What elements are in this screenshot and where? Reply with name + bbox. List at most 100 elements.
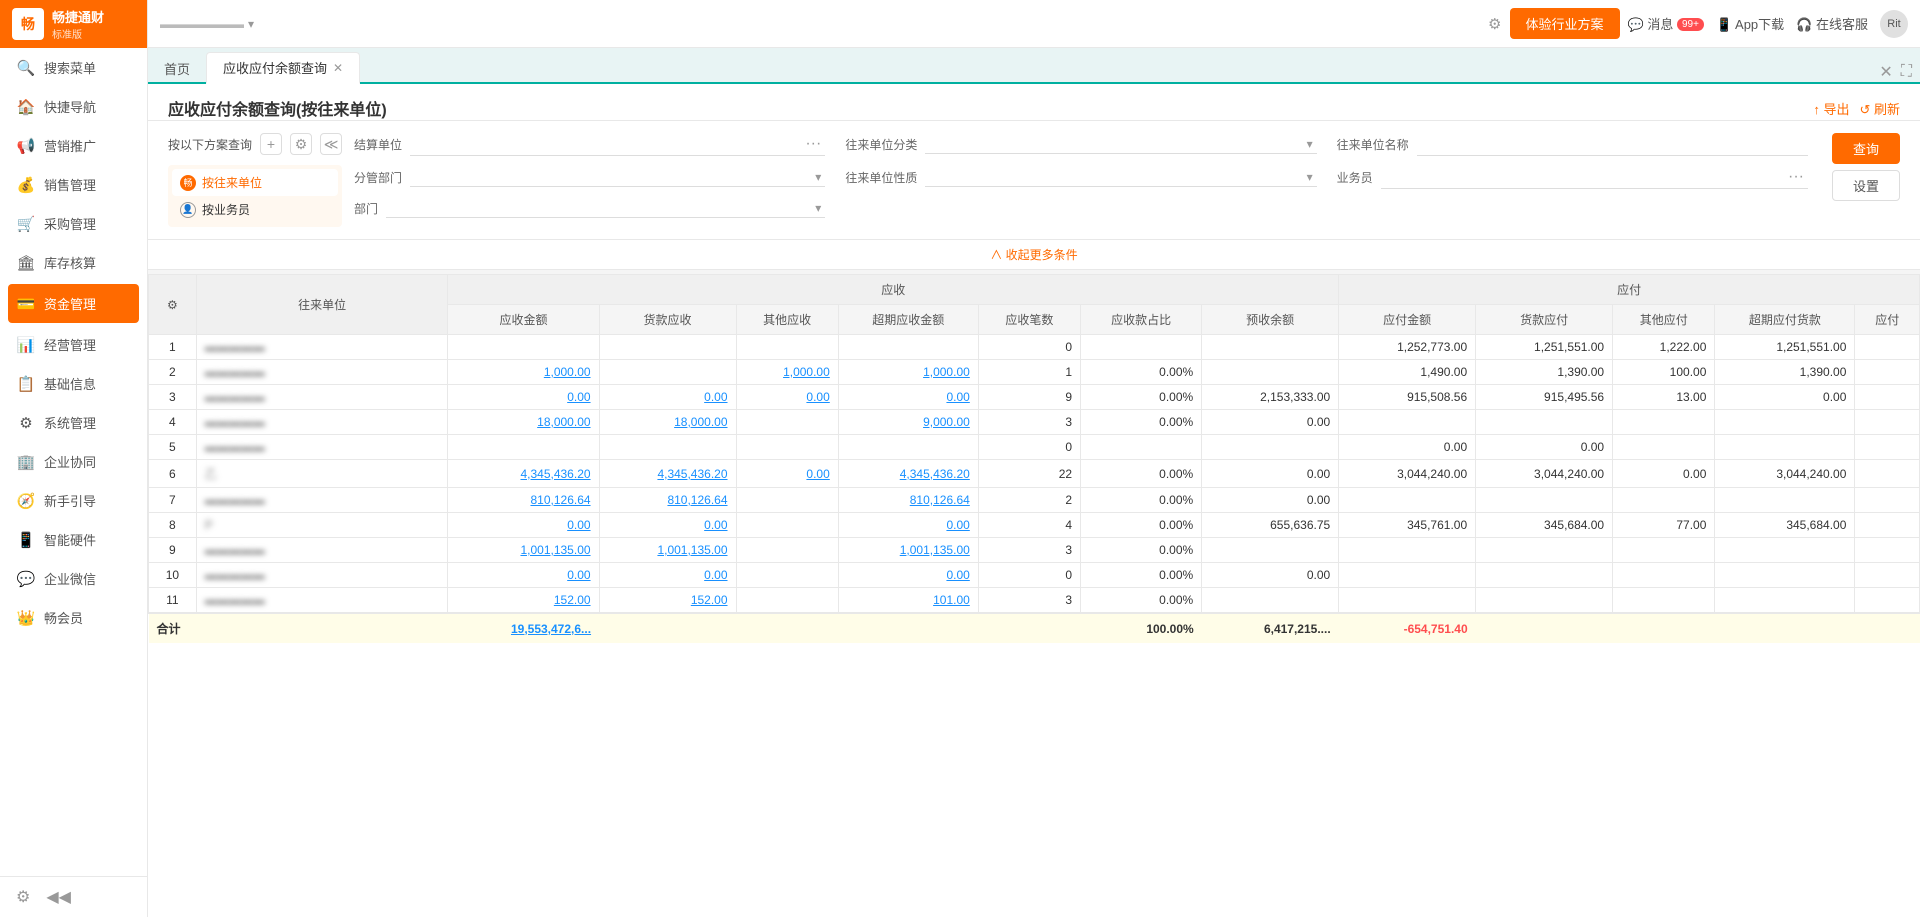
footer-other-ar [736,613,838,643]
online-service-btn[interactable]: 🎧 在线客服 [1796,14,1868,33]
settings-gear-icon[interactable]: ⚙ [1488,15,1501,33]
app-download-btn[interactable]: 📱 App下载 [1716,14,1784,33]
filter-add-btn[interactable]: + [260,133,282,155]
sidebar-item-wechat[interactable]: 💬 企业微信 [0,559,147,598]
footer-overdue-ar [838,613,978,643]
filter-settings-btn[interactable]: ⚙ [290,133,312,155]
guide-icon: 🧭 [16,492,36,510]
table-row: 9▬▬▬▬▬1,001,135.001,001,135.001,001,135.… [149,538,1920,563]
sidebar-item-enterprise[interactable]: 🏢 企业协同 [0,442,147,481]
unit-icon: 畅 [180,175,196,191]
filter-unit-nature: 往来单位性质 ▾ [845,168,1316,187]
footer-loan-ap [1476,613,1613,643]
sidebar-item-quick-nav[interactable]: 🏠 快捷导航 [0,87,147,126]
capital-icon: 💳 [16,295,36,313]
export-button[interactable]: ↑ 导出 [1813,99,1849,118]
settings-button[interactable]: 设置 [1832,170,1900,201]
sidebar-item-sales[interactable]: 💰 销售管理 [0,165,147,204]
sidebar-item-inventory[interactable]: 🏛 库存核算 [0,243,147,282]
filter-area: 按以下方案查询 + ⚙ ≪ 畅 按往来单位 👤 按业务员 [148,121,1920,240]
basic-icon: 📋 [16,375,36,393]
collapse-bar[interactable]: ∧ 收起更多条件 [148,240,1920,270]
settlement-unit-picker[interactable]: ··· [805,135,821,153]
tab-ar-balance[interactable]: 应收应付余额查询 ✕ [206,52,360,84]
sales-icon: 💰 [16,176,36,194]
table-footer: 合计 19,553,472,6... 100.00% 6,417,215....… [149,613,1920,643]
sidebar-item-purchase[interactable]: 🛒 采购管理 [0,204,147,243]
unit-name-input[interactable] [1417,133,1808,156]
sidebar-item-capital[interactable]: 💳 资金管理 [8,284,139,323]
member-icon: 👑 [16,609,36,627]
sidebar-settings-icon[interactable]: ⚙ [16,887,30,907]
data-table: ⚙ 往来单位 应收 应付 应收金额 货款应收 其他应收 超期应收金额 应收笔数 … [148,274,1920,643]
tab-home[interactable]: 首页 [148,52,206,84]
header-actions: 💬 消息 99+ 📱 App下载 🎧 在线客服 Rit [1628,10,1908,38]
query-button[interactable]: 查询 [1832,133,1900,164]
sidebar-item-operation[interactable]: 📊 经营管理 [0,325,147,364]
salesperson-picker[interactable]: ··· [1788,168,1804,186]
industry-btn[interactable]: 体验行业方案 [1510,8,1620,39]
filter-prev-btn[interactable]: ≪ [320,133,342,155]
refresh-button[interactable]: ↺ 刷新 [1859,99,1900,118]
table-row: 10▬▬▬▬▬0.000.000.0000.00%0.00 [149,563,1920,588]
dept-manage-dropdown-icon[interactable]: ▾ [815,170,821,184]
user-avatar[interactable]: Rit [1880,10,1908,38]
table-settings-col[interactable]: ⚙ [149,275,197,335]
footer-ap-amount: -654,751.40 [1339,613,1476,643]
sidebar-item-marketing[interactable]: 📢 营销推广 [0,126,147,165]
chevron-down-icon[interactable]: ▾ [248,17,254,31]
sidebar-item-member[interactable]: 👑 畅会员 [0,598,147,637]
data-table-container[interactable]: ⚙ 往来单位 应收 应付 应收金额 货款应收 其他应收 超期应收金额 应收笔数 … [148,274,1920,917]
col-loan-ar: 货款应收 [599,305,736,335]
sidebar-item-hardware[interactable]: 📱 智能硬件 [0,520,147,559]
sidebar-item-basic[interactable]: 📋 基础信息 [0,364,147,403]
col-ar-amount: 应收金额 [448,305,599,335]
logo: 畅 畅捷通财 标准版 [0,0,147,48]
unit-nature-dropdown-icon[interactable]: ▾ [1307,170,1313,184]
logo-icon: 畅 [12,8,44,40]
table-row: 5▬▬▬▬▬00.000.00 [149,435,1920,460]
col-ar-ratio: 应收款占比 [1081,305,1202,335]
message-label: 消息 [1647,17,1673,32]
footer-ar-amount[interactable]: 19,553,472,6... [448,613,599,643]
sidebar-footer: ⚙ ◀◀ [0,876,147,917]
tab-right-actions: ✕ ⛶ [1879,62,1920,82]
col-ap-amount: 应付金额 [1339,305,1476,335]
filter-dept-manage: 分管部门 ▾ [354,168,825,187]
filter-fields: 结算单位 ··· 往来单位分类 ▾ 往来单位名称 [354,133,1808,227]
tab-maximize-icon[interactable]: ⛶ [1901,63,1912,81]
sidebar-item-guide[interactable]: 🧭 新手引导 [0,481,147,520]
filter-unit-category: 往来单位分类 ▾ [845,135,1316,154]
filter-dept: 部门 ▾ [354,199,825,218]
footer-prepaid: 6,417,215.... [1202,613,1339,643]
sidebar-item-search[interactable]: 🔍 搜索菜单 [0,48,147,87]
col-prepaid: 预收余额 [1202,305,1339,335]
tab-close-window-icon[interactable]: ✕ [1879,62,1892,82]
filter-nav-by-staff[interactable]: 👤 按业务员 [172,196,338,223]
message-icon[interactable]: 💬 消息 99+ [1628,14,1704,33]
wechat-icon: 💬 [16,570,36,588]
footer-label: 合计 [149,613,448,643]
table-row: 7▬▬▬▬▬810,126.64810,126.64810,126.6420.0… [149,488,1920,513]
footer-loan-ar [599,613,736,643]
sidebar-item-system[interactable]: ⚙ 系统管理 [0,403,147,442]
unit-category-dropdown-icon[interactable]: ▾ [1307,137,1313,151]
query-buttons: 查询 设置 [1832,133,1900,227]
filter-top: 按以下方案查询 + ⚙ ≪ [168,133,342,155]
tab-bar: 首页 应收应付余额查询 ✕ ✕ ⛶ [148,48,1920,84]
tab-close-icon[interactable]: ✕ [333,61,343,75]
table-row: 3▬▬▬▬▬0.000.000.000.0090.00%2,153,333.00… [149,385,1920,410]
filter-settlement-unit: 结算单位 ··· [354,133,825,156]
hardware-icon: 📱 [16,531,36,549]
dept-dropdown-icon[interactable]: ▾ [815,201,821,215]
table-row: 1▬▬▬▬▬01,252,773.001,251,551.001,222.001… [149,335,1920,360]
breadcrumb-path: ▬▬▬▬▬▬▬ [160,17,244,31]
col-other-ar: 其他应收 [736,305,838,335]
home-icon: 🏠 [16,98,36,116]
filter-nav: 按以下方案查询 + ⚙ ≪ 畅 按往来单位 👤 按业务员 [168,133,342,227]
page-title: 应收应付余额查询(按往来单位) [168,96,387,120]
footer-overdue-ap [1715,613,1855,643]
filter-nav-by-unit[interactable]: 畅 按往来单位 [172,169,338,196]
sidebar-collapse-icon[interactable]: ◀◀ [46,887,71,907]
table-footer-row: 合计 19,553,472,6... 100.00% 6,417,215....… [149,613,1920,643]
